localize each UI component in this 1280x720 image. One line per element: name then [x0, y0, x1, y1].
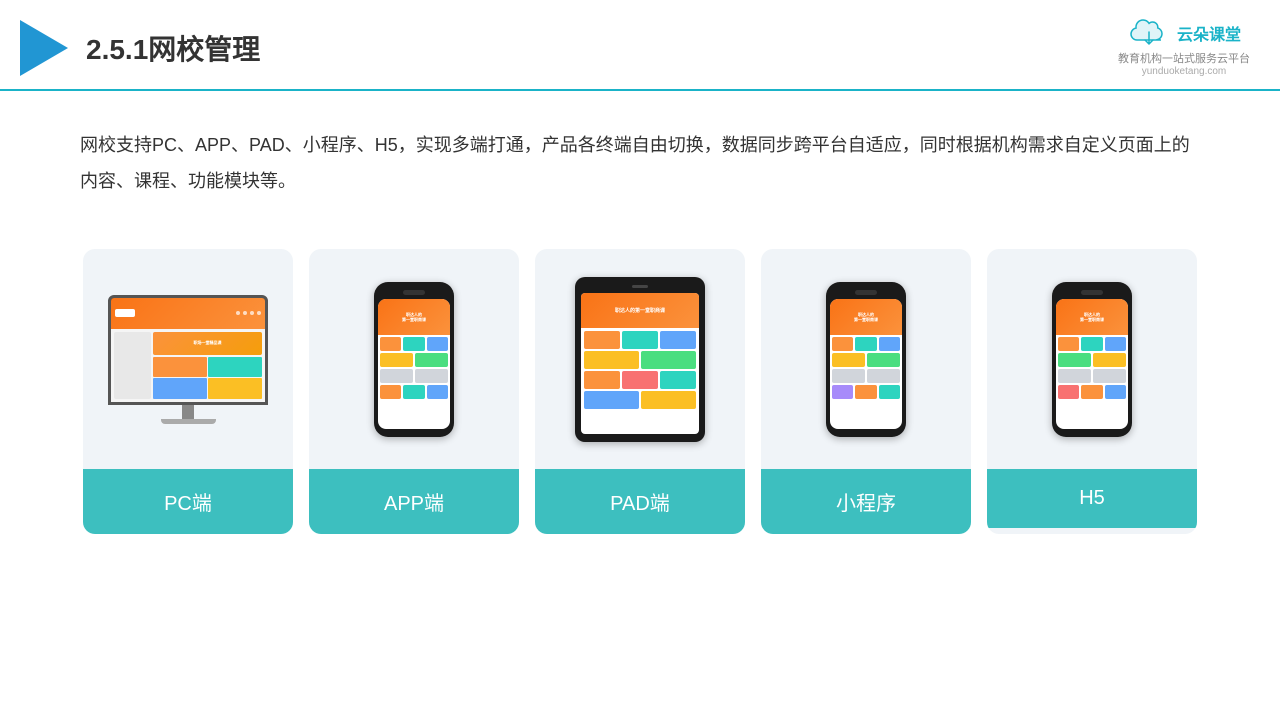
phone-body-h5: 职达人的第一堂职商课	[1052, 282, 1132, 437]
card-app-label: APP端	[309, 469, 519, 534]
header-right: 云朵课堂 教育机构一站式服务云平台 yunduoketang.com	[1118, 18, 1250, 77]
card-pc-label: PC端	[83, 469, 293, 534]
card-pc-image: 职场一堂精品课	[83, 249, 293, 469]
card-h5-image: 职达人的第一堂职商课	[987, 249, 1197, 469]
phone-device-mock-app: 职达人的第一堂职商课	[374, 282, 454, 437]
phone-body-mini: 职达人的第一堂职商课	[826, 282, 906, 437]
logo-triangle-icon	[20, 20, 68, 76]
tablet-device-mock: 职达人的第一堂职商课	[575, 277, 705, 442]
cloud-icon	[1127, 18, 1171, 48]
brand-logo: 云朵课堂	[1127, 18, 1241, 48]
card-miniprogram-label: 小程序	[761, 469, 971, 534]
card-pc: 职场一堂精品课	[83, 249, 293, 534]
card-pad: 职达人的第一堂职商课	[535, 249, 745, 534]
pc-screen: 职场一堂精品课	[108, 295, 268, 405]
description-text: 网校支持PC、APP、PAD、小程序、H5，实现多端打通，产品各终端自由切换，数…	[0, 91, 1280, 219]
brand-url: yunduoketang.com	[1118, 66, 1250, 77]
card-h5: 职达人的第一堂职商课	[987, 249, 1197, 534]
platform-cards: 职场一堂精品课	[0, 219, 1280, 564]
tablet-body: 职达人的第一堂职商课	[575, 277, 705, 442]
card-miniprogram-image: 职达人的第一堂职商课	[761, 249, 971, 469]
brand-name: 云朵课堂	[1177, 21, 1241, 45]
brand-tagline: 教育机构一站式服务云平台 yunduoketang.com	[1118, 50, 1250, 77]
card-app-image: 职达人的第一堂职商课	[309, 249, 519, 469]
card-h5-label: H5	[987, 469, 1197, 528]
pc-device-mock: 职场一堂精品课	[108, 295, 268, 424]
card-pad-image: 职达人的第一堂职商课	[535, 249, 745, 469]
phone-device-mock-h5: 职达人的第一堂职商课	[1052, 282, 1132, 437]
header: 2.5.1网校管理 云朵课堂 教育机构一站式服务云平台 yunduoketang…	[0, 0, 1280, 91]
card-miniprogram: 职达人的第一堂职商课	[761, 249, 971, 534]
card-pad-label: PAD端	[535, 469, 745, 534]
header-left: 2.5.1网校管理	[20, 20, 260, 76]
phone-body-app: 职达人的第一堂职商课	[374, 282, 454, 437]
card-app: 职达人的第一堂职商课	[309, 249, 519, 534]
phone-device-mock-mini: 职达人的第一堂职商课	[826, 282, 906, 437]
page-title: 2.5.1网校管理	[86, 28, 260, 68]
